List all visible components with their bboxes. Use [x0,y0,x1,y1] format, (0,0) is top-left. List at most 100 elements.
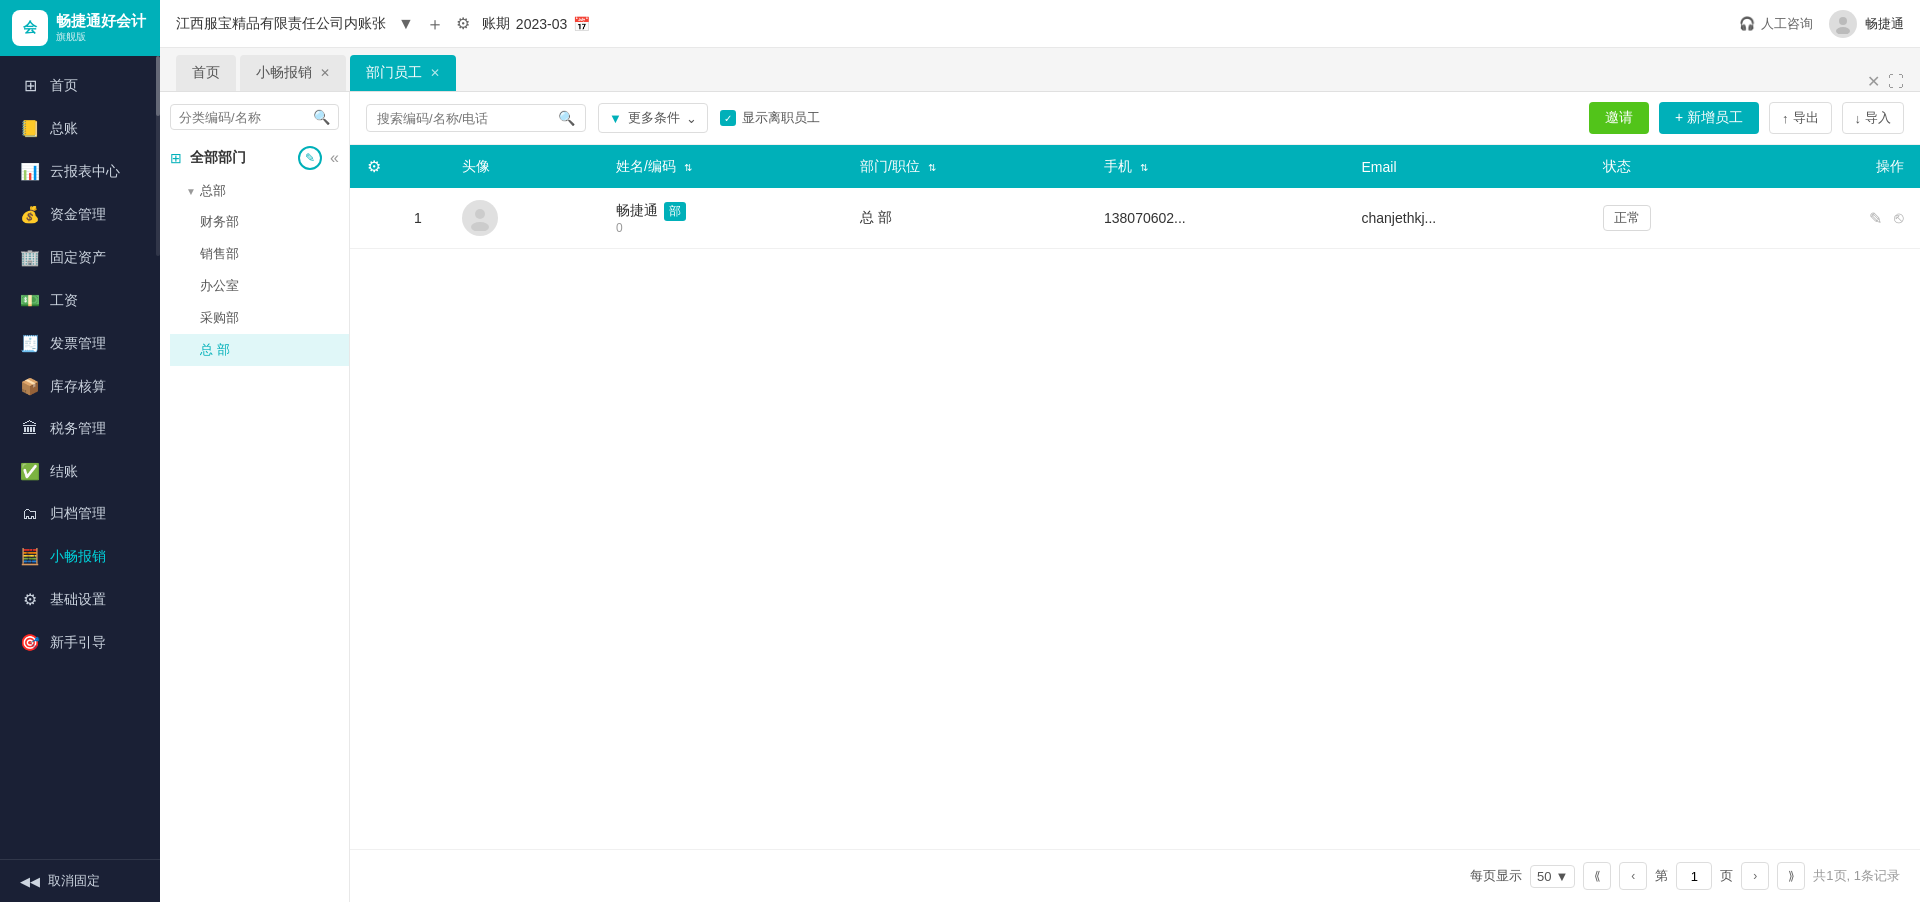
tab-dept-close[interactable]: ✕ [430,66,440,80]
dept-item-office[interactable]: 办公室 [170,270,349,302]
sidebar-item-archive[interactable]: 🗂 归档管理 [0,493,160,535]
logo-text-block: 畅捷通好会计 旗舰版 [56,12,146,44]
avatar [1829,10,1857,38]
edit-employee-icon[interactable]: ✎ [1869,209,1882,228]
dept-collapse-icon[interactable]: « [330,149,339,167]
sidebar-item-label-funds: 资金管理 [50,206,106,224]
page-next-button[interactable]: › [1741,862,1769,890]
sidebar-item-inventory[interactable]: 📦 库存核算 [0,365,160,408]
sidebar-scrollbar[interactable] [156,56,160,256]
sidebar-item-closing[interactable]: ✅ 结账 [0,450,160,493]
sidebar-item-funds[interactable]: 💰 资金管理 [0,193,160,236]
service-button[interactable]: 🎧 人工咨询 [1739,15,1813,33]
sidebar-item-label-salary: 工资 [50,292,78,310]
sidebar-item-label-expense: 小畅报销 [50,548,106,566]
show-former-checkbox[interactable]: ✓ [720,110,736,126]
total-info: 共1页, 1条记录 [1813,867,1900,885]
user-menu[interactable]: 畅捷通 [1829,10,1904,38]
sidebar-item-settings[interactable]: ⚙ 基础设置 [0,578,160,621]
sidebar-item-label-settings: 基础设置 [50,591,106,609]
tab-expense-label: 小畅报销 [256,64,312,82]
dept-item-purchase[interactable]: 采购部 [170,302,349,334]
table-settings-icon[interactable]: ⚙ [367,157,381,176]
td-status: 正常 [1587,188,1768,249]
th-dept[interactable]: 部门/职位 ⇅ [844,145,1088,188]
add-company-button[interactable]: ＋ [426,12,444,36]
sidebar-item-label-inventory: 库存核算 [50,378,106,396]
dept-item-hq[interactable]: 总 部 [170,334,349,366]
dept-search-input[interactable] [179,110,307,125]
company-setting-icon[interactable]: ⚙ [456,14,470,33]
sidebar-item-assets[interactable]: 🏢 固定资产 [0,236,160,279]
tab-close-all-icon[interactable]: ✕ [1867,72,1880,91]
per-page-label: 每页显示 [1470,867,1522,885]
company-dropdown-icon[interactable]: ▼ [398,15,414,33]
sidebar-item-tax[interactable]: 🏛 税务管理 [0,408,160,450]
page-word: 第 [1655,867,1668,885]
export-label: 导出 [1793,109,1819,127]
import-button[interactable]: ↓ 导入 [1842,102,1905,134]
employee-table: ⚙ 头像 姓名/编码 ⇅ 部门/职位 ⇅ [350,145,1920,849]
logout-employee-icon[interactable]: ⎋ [1894,209,1904,227]
dept-panel: 🔍 ⊞ 全部部门 ✎ « ▼ 总部 财务部 销售部 办公室 采购部 总 部 [160,92,350,902]
td-phone: 138070602... [1088,188,1346,249]
all-dept-header[interactable]: ⊞ 全部部门 ✎ « [160,140,349,176]
export-button[interactable]: ↑ 导出 [1769,102,1832,134]
filter-icon: ▼ [609,111,622,126]
th-phone[interactable]: 手机 ⇅ [1088,145,1346,188]
page-last-button[interactable]: ⟫ [1777,862,1805,890]
th-email: Email [1346,145,1588,188]
sidebar-unpin-button[interactable]: ◀◀ 取消固定 [0,859,160,902]
export-icon: ↑ [1782,111,1789,126]
emp-search-icon: 🔍 [558,110,575,126]
calendar-icon[interactable]: 📅 [573,16,590,32]
dept-arrow-icon: ▼ [186,186,196,197]
show-former-toggle[interactable]: ✓ 显示离职员工 [720,109,820,127]
tab-expense[interactable]: 小畅报销 ✕ [240,55,346,91]
period-label: 账期 [482,15,510,33]
sidebar-item-expense[interactable]: 🧮 小畅报销 [0,535,160,578]
th-index [398,145,446,188]
logo-sub: 旗舰版 [56,30,146,44]
sidebar-item-label-tax: 税务管理 [50,420,106,438]
sidebar-item-invoice[interactable]: 🧾 发票管理 [0,322,160,365]
show-former-label: 显示离职员工 [742,109,820,127]
dept-edit-btn[interactable]: ✎ [298,146,322,170]
guide-icon: 🎯 [20,633,40,652]
filter-button[interactable]: ▼ 更多条件 ⌄ [598,103,708,133]
sidebar-nav: ⊞ 首页 📒 总账 📊 云报表中心 💰 资金管理 🏢 固定资产 💵 工资 🧾 发… [0,56,160,859]
th-name[interactable]: 姓名/编码 ⇅ [600,145,844,188]
sidebar-item-home[interactable]: ⊞ 首页 [0,64,160,107]
employee-code: 0 [616,221,828,235]
status-badge: 正常 [1603,205,1651,231]
th-phone-label: 手机 [1104,158,1132,174]
period-display: 账期 2023-03 📅 [482,15,590,33]
tab-expand-icon[interactable]: ⛶ [1888,73,1904,91]
sidebar-item-reports[interactable]: 📊 云报表中心 [0,150,160,193]
per-page-select[interactable]: 50 ▼ [1530,865,1575,888]
sidebar-item-label-closing: 结账 [50,463,78,481]
page-first-button[interactable]: ⟪ [1583,862,1611,890]
dept-item-finance[interactable]: 财务部 [170,206,349,238]
sidebar-item-salary[interactable]: 💵 工资 [0,279,160,322]
settings-nav-icon: ⚙ [20,590,40,609]
sidebar-item-guide[interactable]: 🎯 新手引导 [0,621,160,664]
page-number-input[interactable] [1676,862,1712,890]
dept-item-sales[interactable]: 销售部 [170,238,349,270]
invite-button[interactable]: 邀请 [1589,102,1649,134]
tab-expense-close[interactable]: ✕ [320,66,330,80]
page-prev-button[interactable]: ‹ [1619,862,1647,890]
dept-group-zongbu[interactable]: ▼ 总部 [170,176,349,206]
emp-search-input[interactable] [377,111,552,126]
per-page-value: 50 [1537,869,1551,884]
employee-dept-badge: 部 [664,202,686,221]
sidebar-item-ledger[interactable]: 📒 总账 [0,107,160,150]
archive-icon: 🗂 [20,505,40,523]
emp-search-box[interactable]: 🔍 [366,104,586,132]
logo-text: 畅捷通好会计 [56,12,146,30]
employees-panel: 🔍 ▼ 更多条件 ⌄ ✓ 显示离职员工 邀请 + 新增员工 ↑ 导出 [350,92,1920,902]
add-employee-button[interactable]: + 新增员工 [1659,102,1759,134]
tab-dept-employee[interactable]: 部门员工 ✕ [350,55,456,91]
dept-search-box[interactable]: 🔍 [170,104,339,130]
tab-home[interactable]: 首页 [176,55,236,91]
